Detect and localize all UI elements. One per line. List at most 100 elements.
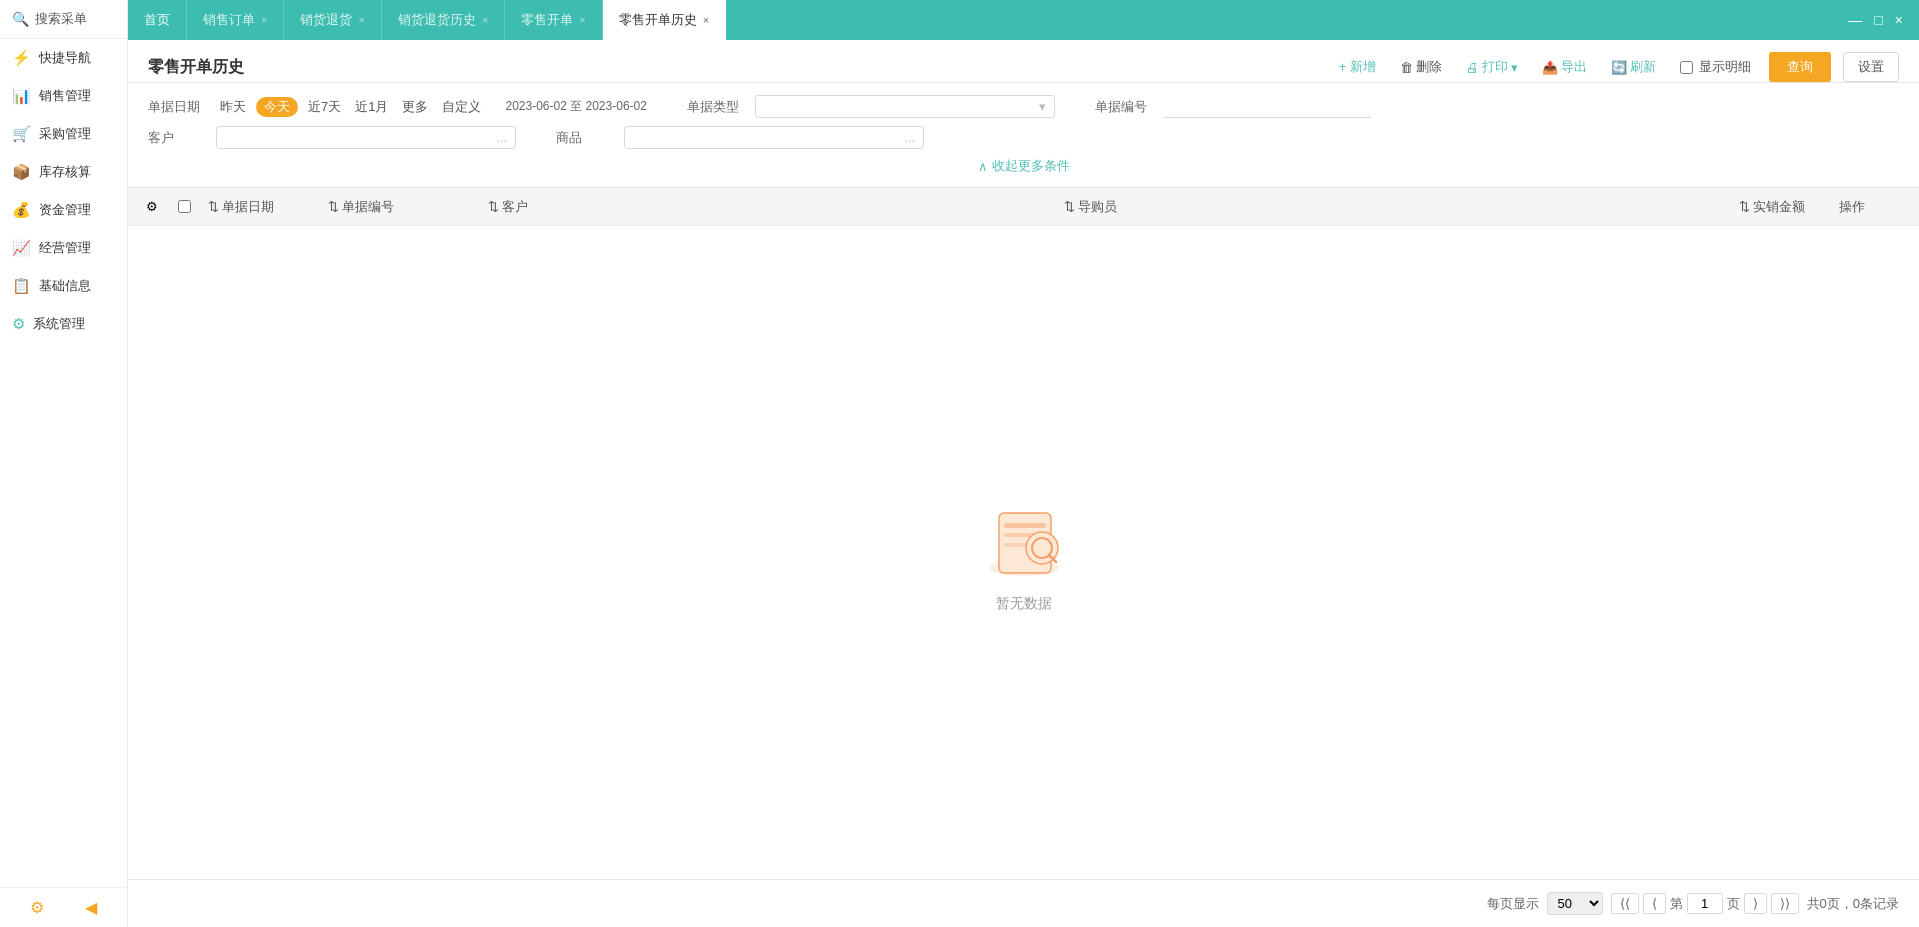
settings-icon[interactable]: ⚙ [30, 898, 44, 917]
th-num-sort-icon: ⇅ [328, 199, 339, 214]
sidebar-item-purchase-mgmt[interactable]: 🛒 采购管理 [0, 115, 127, 153]
sidebar: 🔍 搜索采单 ⚡ 快捷导航 📊 销售管理 🛒 采购管理 📦 库存核算 💰 资金管… [0, 0, 128, 927]
new-button[interactable]: + 新增 [1333, 54, 1382, 80]
sidebar-item-operations[interactable]: 📈 经营管理 [0, 229, 127, 267]
tab-sales-return-close[interactable]: × [358, 14, 364, 26]
refresh-icon: 🔄 [1611, 60, 1627, 75]
page-prefix-label: 第 [1670, 895, 1683, 913]
page-suffix-label: 页 [1727, 895, 1740, 913]
collapse-button[interactable]: ∧ 收起更多条件 [148, 157, 1899, 175]
date-opt-custom[interactable]: 自定义 [438, 97, 485, 117]
print-button[interactable]: 🖨 打印 ▾ [1460, 54, 1524, 80]
tab-sales-order-close[interactable]: × [261, 14, 267, 26]
sidebar-search-label: 搜索采单 [35, 10, 87, 28]
empty-state-icon [974, 493, 1074, 583]
delete-button[interactable]: 🗑 删除 [1394, 54, 1448, 80]
prev-page-button[interactable]: ⟨ [1643, 893, 1666, 914]
tab-retail-open-close[interactable]: × [579, 14, 585, 26]
sidebar-item-inventory[interactable]: 📦 库存核算 [0, 153, 127, 191]
tab-sales-order-label: 销售订单 [203, 11, 255, 29]
export-button[interactable]: 📤 导出 [1536, 54, 1593, 80]
num-input[interactable] [1167, 99, 1367, 114]
tab-home[interactable]: 首页 [128, 0, 187, 40]
display-detail-checkbox[interactable] [1680, 61, 1693, 74]
print-button-label: 打印 [1482, 58, 1508, 76]
table-settings-icon[interactable]: ⚙ [136, 199, 168, 214]
query-button[interactable]: 查询 [1769, 52, 1831, 82]
minimize-icon[interactable]: — [1848, 12, 1862, 28]
sidebar-item-quick-nav[interactable]: ⚡ 快捷导航 [0, 39, 127, 77]
th-num[interactable]: ⇅ 单据编号 [320, 198, 480, 216]
sidebar-search[interactable]: 🔍 搜索采单 [0, 0, 127, 39]
th-date[interactable]: ⇅ 单据日期 [200, 198, 320, 216]
sidebar-item-finance[interactable]: 💰 资金管理 [0, 191, 127, 229]
empty-state: 暂无数据 [128, 226, 1919, 879]
collapse-chevron-icon: ∧ [978, 159, 988, 174]
sidebar-item-label: 基础信息 [39, 277, 91, 295]
num-filter-label: 单据编号 [1095, 98, 1155, 116]
sidebar-item-sales-mgmt[interactable]: 📊 销售管理 [0, 77, 127, 115]
tab-sales-order[interactable]: 销售订单 × [187, 0, 284, 40]
tab-retail-open[interactable]: 零售开单 × [505, 0, 602, 40]
num-filter-group: 单据编号 [1095, 96, 1371, 118]
sidebar-item-label: 库存核算 [39, 163, 91, 181]
collapse-icon[interactable]: ◀ [85, 898, 97, 917]
sidebar-item-label: 销售管理 [39, 87, 91, 105]
window-close-icon[interactable]: × [1895, 12, 1903, 28]
select-all-checkbox[interactable] [178, 200, 191, 213]
filter-row-1: 单据日期 昨天 今天 近7天 近1月 更多 自定义 2023-06-02 至 2… [148, 95, 1899, 118]
pagination-nav: ⟨⟨ ⟨ 第 页 ⟩ ⟩⟩ [1611, 893, 1799, 914]
sidebar-item-basic-info[interactable]: 📋 基础信息 [0, 267, 127, 305]
export-button-label: 导出 [1561, 58, 1587, 76]
per-page-select[interactable]: 50 100 200 [1547, 892, 1603, 915]
date-opt-more[interactable]: 更多 [398, 97, 432, 117]
type-select[interactable]: ▾ [755, 95, 1055, 118]
table-header: ⚙ ⇅ 单据日期 ⇅ 单据编号 ⇅ 客户 ⇅ 导购员 [128, 188, 1919, 226]
search-icon: 🔍 [12, 11, 29, 27]
page-input[interactable] [1687, 893, 1723, 914]
inventory-icon: 📦 [12, 163, 31, 181]
type-filter-group: 单据类型 ▾ [687, 95, 1055, 118]
tab-retail-history[interactable]: 零售开单历史 × [603, 0, 726, 40]
empty-text: 暂无数据 [996, 595, 1052, 613]
refresh-button[interactable]: 🔄 刷新 [1605, 54, 1662, 80]
display-detail-label: 显示明细 [1699, 58, 1751, 76]
print-icon: 🖨 [1466, 60, 1479, 75]
operations-icon: 📈 [12, 239, 31, 257]
tab-retail-history-close[interactable]: × [703, 14, 709, 26]
date-opt-1month[interactable]: 近1月 [351, 97, 392, 117]
page-header: 零售开单历史 + 新增 🗑 删除 🖨 打印 ▾ 📤 导出 [128, 40, 1919, 83]
table-select-all[interactable] [168, 200, 200, 213]
page-title: 零售开单历史 [148, 57, 1333, 78]
th-customer-label: 客户 [502, 198, 528, 216]
tab-sales-return-history[interactable]: 销货退货历史 × [382, 0, 505, 40]
date-filter-label: 单据日期 [148, 98, 208, 116]
restore-icon[interactable]: □ [1874, 12, 1882, 28]
th-action: 操作 [1831, 198, 1911, 216]
last-page-button[interactable]: ⟩⟩ [1771, 893, 1799, 914]
product-filter-label: 商品 [556, 129, 616, 147]
date-opt-today[interactable]: 今天 [256, 97, 298, 117]
customer-input[interactable]: ... [216, 126, 516, 149]
th-guide[interactable]: ⇅ 导购员 [1056, 198, 1156, 216]
date-opt-yesterday[interactable]: 昨天 [216, 97, 250, 117]
th-customer[interactable]: ⇅ 客户 [480, 198, 1056, 216]
first-page-button[interactable]: ⟨⟨ [1611, 893, 1639, 914]
sidebar-item-label: 快捷导航 [39, 49, 91, 67]
th-amount[interactable]: ⇅ 实销金额 [1731, 198, 1831, 216]
th-amount-label: 实销金额 [1753, 198, 1805, 216]
date-opt-7days[interactable]: 近7天 [304, 97, 345, 117]
basic-info-icon: 📋 [12, 277, 31, 295]
main-area: 首页 销售订单 × 销货退货 × 销货退货历史 × 零售开单 × 零售开单历史 … [128, 0, 1919, 927]
new-button-label: + 新增 [1339, 58, 1376, 76]
setting-button[interactable]: 设置 [1843, 52, 1899, 82]
tab-sales-return[interactable]: 销货退货 × [284, 0, 381, 40]
delete-button-label: 删除 [1416, 58, 1442, 76]
product-input[interactable]: ... [624, 126, 924, 149]
tab-sales-return-history-close[interactable]: × [482, 14, 488, 26]
display-detail-toggle[interactable]: 显示明细 [1674, 54, 1757, 80]
sidebar-item-sys-mgmt[interactable]: ⚙ 系统管理 [0, 305, 127, 343]
th-guide-sort-icon: ⇅ [1064, 199, 1075, 214]
customer-dots-icon: ... [496, 130, 507, 145]
next-page-button[interactable]: ⟩ [1744, 893, 1767, 914]
